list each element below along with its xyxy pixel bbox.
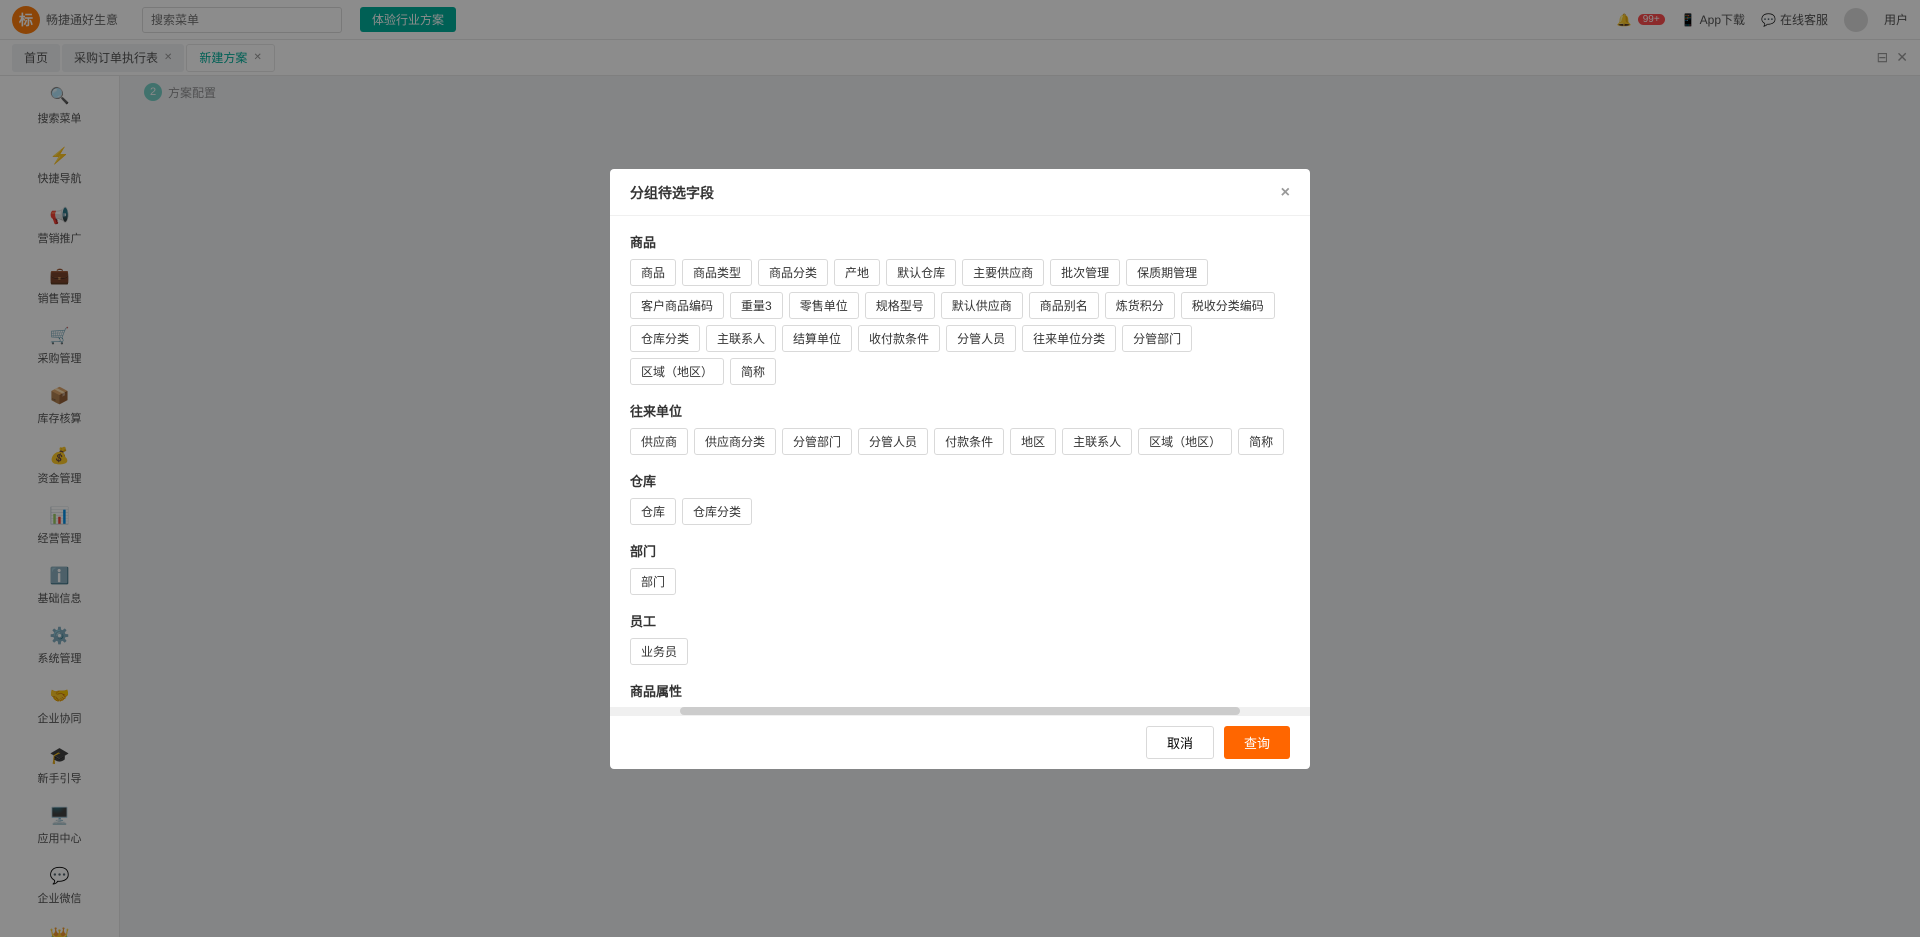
- modal-close-btn[interactable]: ×: [1281, 184, 1290, 202]
- field-tag-1-7[interactable]: 区域（地区）: [1138, 428, 1232, 455]
- field-section-商品属性: 商品属性属性颜色多规格尺码鞋码1: [630, 681, 1290, 707]
- field-tag-0-15[interactable]: 税收分类编码: [1181, 292, 1275, 319]
- scrollbar-thumb: [680, 707, 1240, 715]
- field-tag-0-13[interactable]: 商品别名: [1029, 292, 1099, 319]
- modal: 分组待选字段 × 商品商品商品类型商品分类产地默认仓库主要供应商批次管理保质期管…: [610, 169, 1310, 769]
- field-tag-0-24[interactable]: 简称: [730, 358, 776, 385]
- field-tag-2-0[interactable]: 仓库: [630, 498, 676, 525]
- field-tag-4-0[interactable]: 业务员: [630, 638, 688, 665]
- modal-body: 商品商品商品类型商品分类产地默认仓库主要供应商批次管理保质期管理客户商品编码重量…: [610, 216, 1310, 707]
- field-section-往来单位: 往来单位供应商供应商分类分管部门分管人员付款条件地区主联系人区域（地区）简称: [630, 401, 1290, 455]
- field-tag-0-9[interactable]: 重量3: [730, 292, 783, 319]
- field-section-员工: 员工业务员: [630, 611, 1290, 665]
- field-tags-4: 业务员: [630, 638, 1290, 665]
- field-tag-1-2[interactable]: 分管部门: [782, 428, 852, 455]
- field-tag-1-5[interactable]: 地区: [1010, 428, 1056, 455]
- section-title-3: 部门: [630, 541, 1290, 560]
- field-tag-0-21[interactable]: 往来单位分类: [1022, 325, 1116, 352]
- field-tag-0-1[interactable]: 商品类型: [682, 259, 752, 286]
- modal-header: 分组待选字段 ×: [610, 169, 1310, 216]
- confirm-button[interactable]: 查询: [1224, 726, 1290, 759]
- field-tag-0-4[interactable]: 默认仓库: [886, 259, 956, 286]
- field-tag-0-22[interactable]: 分管部门: [1122, 325, 1192, 352]
- field-tag-0-6[interactable]: 批次管理: [1050, 259, 1120, 286]
- modal-horizontal-scrollbar[interactable]: [610, 707, 1310, 715]
- field-tags-2: 仓库仓库分类: [630, 498, 1290, 525]
- field-tag-1-4[interactable]: 付款条件: [934, 428, 1004, 455]
- modal-overlay: 分组待选字段 × 商品商品商品类型商品分类产地默认仓库主要供应商批次管理保质期管…: [0, 0, 1920, 937]
- modal-footer: 取消 查询: [610, 715, 1310, 769]
- field-tag-0-11[interactable]: 规格型号: [865, 292, 935, 319]
- field-tag-0-0[interactable]: 商品: [630, 259, 676, 286]
- field-tags-0: 商品商品类型商品分类产地默认仓库主要供应商批次管理保质期管理客户商品编码重量3零…: [630, 259, 1290, 385]
- field-tag-1-6[interactable]: 主联系人: [1062, 428, 1132, 455]
- section-title-4: 员工: [630, 611, 1290, 630]
- modal-title: 分组待选字段: [630, 183, 714, 203]
- section-title-5: 商品属性: [630, 681, 1290, 700]
- field-tag-0-17[interactable]: 主联系人: [706, 325, 776, 352]
- field-tag-1-1[interactable]: 供应商分类: [694, 428, 776, 455]
- field-tag-0-7[interactable]: 保质期管理: [1126, 259, 1208, 286]
- section-title-1: 往来单位: [630, 401, 1290, 420]
- field-section-仓库: 仓库仓库仓库分类: [630, 471, 1290, 525]
- field-tag-0-12[interactable]: 默认供应商: [941, 292, 1023, 319]
- field-tag-1-3[interactable]: 分管人员: [858, 428, 928, 455]
- field-tag-0-20[interactable]: 分管人员: [946, 325, 1016, 352]
- field-tag-0-16[interactable]: 仓库分类: [630, 325, 700, 352]
- cancel-button[interactable]: 取消: [1146, 726, 1214, 759]
- field-tag-0-2[interactable]: 商品分类: [758, 259, 828, 286]
- field-tag-0-10[interactable]: 零售单位: [789, 292, 859, 319]
- field-tag-1-0[interactable]: 供应商: [630, 428, 688, 455]
- field-tags-1: 供应商供应商分类分管部门分管人员付款条件地区主联系人区域（地区）简称: [630, 428, 1290, 455]
- field-tag-0-14[interactable]: 炼货积分: [1105, 292, 1175, 319]
- field-tag-0-18[interactable]: 结算单位: [782, 325, 852, 352]
- field-tags-3: 部门: [630, 568, 1290, 595]
- field-tag-0-19[interactable]: 收付款条件: [858, 325, 940, 352]
- field-section-部门: 部门部门: [630, 541, 1290, 595]
- section-title-0: 商品: [630, 232, 1290, 251]
- field-tag-1-8[interactable]: 简称: [1238, 428, 1284, 455]
- field-tag-0-8[interactable]: 客户商品编码: [630, 292, 724, 319]
- field-tag-2-1[interactable]: 仓库分类: [682, 498, 752, 525]
- field-tag-3-0[interactable]: 部门: [630, 568, 676, 595]
- field-tag-0-3[interactable]: 产地: [834, 259, 880, 286]
- section-title-2: 仓库: [630, 471, 1290, 490]
- field-tag-0-5[interactable]: 主要供应商: [962, 259, 1044, 286]
- field-section-商品: 商品商品商品类型商品分类产地默认仓库主要供应商批次管理保质期管理客户商品编码重量…: [630, 232, 1290, 385]
- field-tag-0-23[interactable]: 区域（地区）: [630, 358, 724, 385]
